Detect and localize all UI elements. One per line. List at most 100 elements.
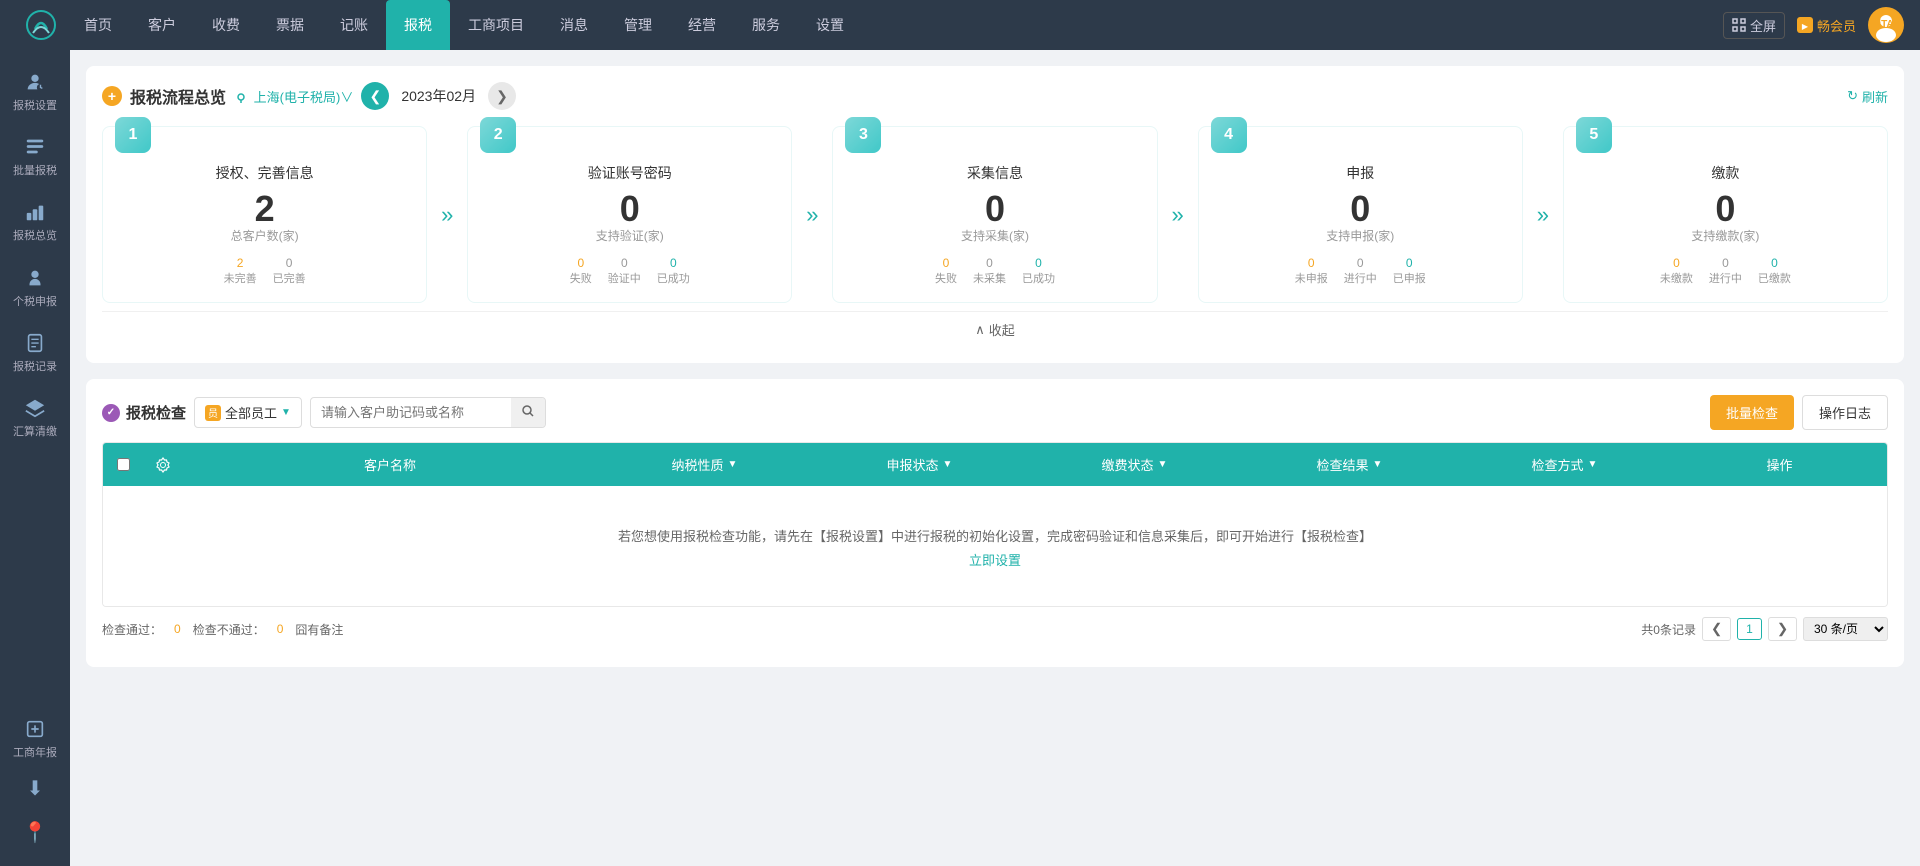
next-month-button[interactable]: ❯ <box>488 82 516 110</box>
next-page-button[interactable]: ❯ <box>1768 617 1797 641</box>
sidebar-label-huisuan: 汇算清缴 <box>13 426 57 439</box>
step-5-unit: 支持缴款(家) <box>1691 227 1759 244</box>
remark-label: 囧有备注 <box>295 621 343 638</box>
search-button[interactable] <box>511 398 545 427</box>
location-icon[interactable]: 📍 <box>17 814 53 850</box>
nav-operation[interactable]: 经营 <box>670 0 734 50</box>
sidebar-item-geshuishenbao[interactable]: 个税申报 <box>0 254 70 319</box>
nav-message[interactable]: 消息 <box>542 0 606 50</box>
collapse-button[interactable]: ∧ 收起 <box>102 311 1888 347</box>
setup-link[interactable]: 立即设置 <box>969 550 1021 569</box>
operation-log-button[interactable]: 操作日志 <box>1802 395 1888 430</box>
th-customer-name: 客户名称 <box>183 443 597 486</box>
nav-management[interactable]: 管理 <box>606 0 670 50</box>
step-2-stat-1: 0 验证中 <box>608 256 641 286</box>
sidebar-bottom: ⬇ 📍 <box>17 770 53 866</box>
tax-check-title: ✓ 报税检查 <box>102 402 186 423</box>
nav-tax[interactable]: 报税 <box>386 0 450 50</box>
fail-count[interactable]: 0 <box>277 622 284 636</box>
sidebar-item-huisuan[interactable]: 汇算清缴 <box>0 384 70 449</box>
arrow-3-4: » <box>1158 126 1198 303</box>
nav-home[interactable]: 首页 <box>66 0 130 50</box>
step-4-stat-0: 0 未申报 <box>1295 256 1328 286</box>
step-3-stats: 0 失败 0 未采集 0 已成功 <box>935 256 1055 286</box>
th-checkbox <box>103 446 143 483</box>
prev-page-button[interactable]: ❮ <box>1702 617 1731 641</box>
step-4-number: 4 <box>1211 117 1247 153</box>
nav-right: 全屏 ▶ 畅会员 iTA <box>1723 7 1904 43</box>
customer-search <box>310 397 546 428</box>
nav-customer[interactable]: 客户 <box>130 0 194 50</box>
step-2-unit: 支持验证(家) <box>596 227 664 244</box>
top-navigation: 首页 客户 收费 票据 记账 报税 工商项目 消息 管理 经营 服务 设置 全屏… <box>0 0 1920 50</box>
search-input[interactable] <box>311 400 511 425</box>
sidebar-item-zonglan[interactable]: 报税总览 <box>0 188 70 253</box>
employee-filter[interactable]: 员 全部员工 ▼ <box>194 397 302 428</box>
month-navigator: ❮ 2023年02月 ❯ <box>361 82 516 110</box>
prev-month-button[interactable]: ❮ <box>361 82 389 110</box>
action-buttons: 批量检查 操作日志 <box>1710 395 1888 430</box>
nav-invoice[interactable]: 票据 <box>258 0 322 50</box>
main-content: + 报税流程总览 上海(电子税局)∨ ❮ 2023年02月 ❯ ↻ 刷新 1 <box>70 50 1920 866</box>
nav-service[interactable]: 服务 <box>734 0 798 50</box>
personal-tax-icon <box>21 264 49 292</box>
location-selector[interactable]: 上海(电子税局)∨ <box>234 87 353 106</box>
process-steps: 1 授权、完善信息 2 总客户数(家) 2 未完善 0 已完善 <box>102 126 1888 303</box>
step-4-stat-1: 0 进行中 <box>1344 256 1377 286</box>
step-5-pay: 5 缴款 0 支持缴款(家) 0 未缴款 0 进行中 <box>1563 126 1888 303</box>
nav-fee[interactable]: 收费 <box>194 0 258 50</box>
step-1-authorize: 1 授权、完善信息 2 总客户数(家) 2 未完善 0 已完善 <box>102 126 427 303</box>
fullscreen-button[interactable]: 全屏 <box>1723 12 1785 39</box>
step-4-stats: 0 未申报 0 进行中 0 已申报 <box>1295 256 1426 286</box>
card-header: + 报税流程总览 上海(电子税局)∨ ❮ 2023年02月 ❯ ↻ 刷新 <box>102 82 1888 110</box>
svg-text:iTA: iTA <box>1878 19 1893 30</box>
tax-settings-icon <box>21 68 49 96</box>
sidebar: 报税设置 批量报税 报税总览 个税申报 报税记录 <box>0 50 70 866</box>
th-tax-type: 纳税性质 ▼ <box>597 443 812 486</box>
step-2-verify: 2 验证账号密码 0 支持验证(家) 0 失败 0 验证中 <box>467 126 792 303</box>
step-5-stat-0: 0 未缴款 <box>1660 256 1693 286</box>
sidebar-label-gongshang: 工商年报 <box>13 747 57 760</box>
empty-message: 若您想使用报税检查功能，请先在【报税设置】中进行报税的初始化设置，完成密码验证和… <box>618 524 1372 550</box>
step-4-count: 0 <box>1350 191 1370 227</box>
select-all-checkbox[interactable] <box>117 458 130 471</box>
nav-business[interactable]: 工商项目 <box>450 0 542 50</box>
page-size-select[interactable]: 30 条/页 50 条/页 100 条/页 <box>1803 617 1888 641</box>
step-3-title: 采集信息 <box>967 163 1023 183</box>
step-1-unit: 总客户数(家) <box>231 227 299 244</box>
th-check-method: 检查方式 ▼ <box>1457 443 1672 486</box>
refresh-button[interactable]: ↻ 刷新 <box>1847 87 1888 106</box>
nav-items: 首页 客户 收费 票据 记账 报税 工商项目 消息 管理 经营 服务 设置 <box>66 0 1723 50</box>
step-2-stats: 0 失败 0 验证中 0 已成功 <box>570 256 690 286</box>
batch-check-button[interactable]: 批量检查 <box>1710 395 1794 430</box>
step-4-declare: 4 申报 0 支持申报(家) 0 未申报 0 进行中 <box>1198 126 1523 303</box>
vip-button[interactable]: ▶ 畅会员 <box>1797 16 1856 35</box>
arrow-1-2: » <box>427 126 467 303</box>
sidebar-item-jilu[interactable]: 报税记录 <box>0 319 70 384</box>
main-layout: 报税设置 批量报税 报税总览 个税申报 报税记录 <box>0 50 1920 866</box>
sidebar-item-gongshang[interactable]: 工商年报 <box>0 705 70 770</box>
sidebar-label-jilu: 报税记录 <box>13 361 57 374</box>
step-2-stat-2: 0 已成功 <box>657 256 690 286</box>
table-body-empty: 若您想使用报税检查功能，请先在【报税设置】中进行报税的初始化设置，完成密码验证和… <box>103 486 1887 606</box>
nav-bookkeeping[interactable]: 记账 <box>322 0 386 50</box>
step-2-number: 2 <box>480 117 516 153</box>
step-3-stat-2: 0 已成功 <box>1022 256 1055 286</box>
nav-settings[interactable]: 设置 <box>798 0 862 50</box>
step-1-stat-0-label: 未完善 <box>224 270 257 286</box>
step-1-title: 授权、完善信息 <box>216 163 314 183</box>
download-icon[interactable]: ⬇ <box>17 770 53 806</box>
step-2-stat-0: 0 失败 <box>570 256 592 286</box>
step-1-number: 1 <box>115 117 151 153</box>
sidebar-label-geshuishenbao: 个税申报 <box>13 296 57 309</box>
pass-count[interactable]: 0 <box>174 622 181 636</box>
sidebar-item-piliang[interactable]: 批量报税 <box>0 123 70 188</box>
th-declare-status: 申报状态 ▼ <box>812 443 1027 486</box>
process-title: 报税流程总览 <box>130 84 226 108</box>
current-page: 1 <box>1737 618 1762 640</box>
step-5-stat-1: 0 进行中 <box>1709 256 1742 286</box>
sidebar-item-baoshuishezhi[interactable]: 报税设置 <box>0 58 70 123</box>
user-avatar[interactable]: iTA <box>1868 7 1904 43</box>
batch-tax-icon <box>21 133 49 161</box>
process-overview-card: + 报税流程总览 上海(电子税局)∨ ❮ 2023年02月 ❯ ↻ 刷新 1 <box>86 66 1904 363</box>
